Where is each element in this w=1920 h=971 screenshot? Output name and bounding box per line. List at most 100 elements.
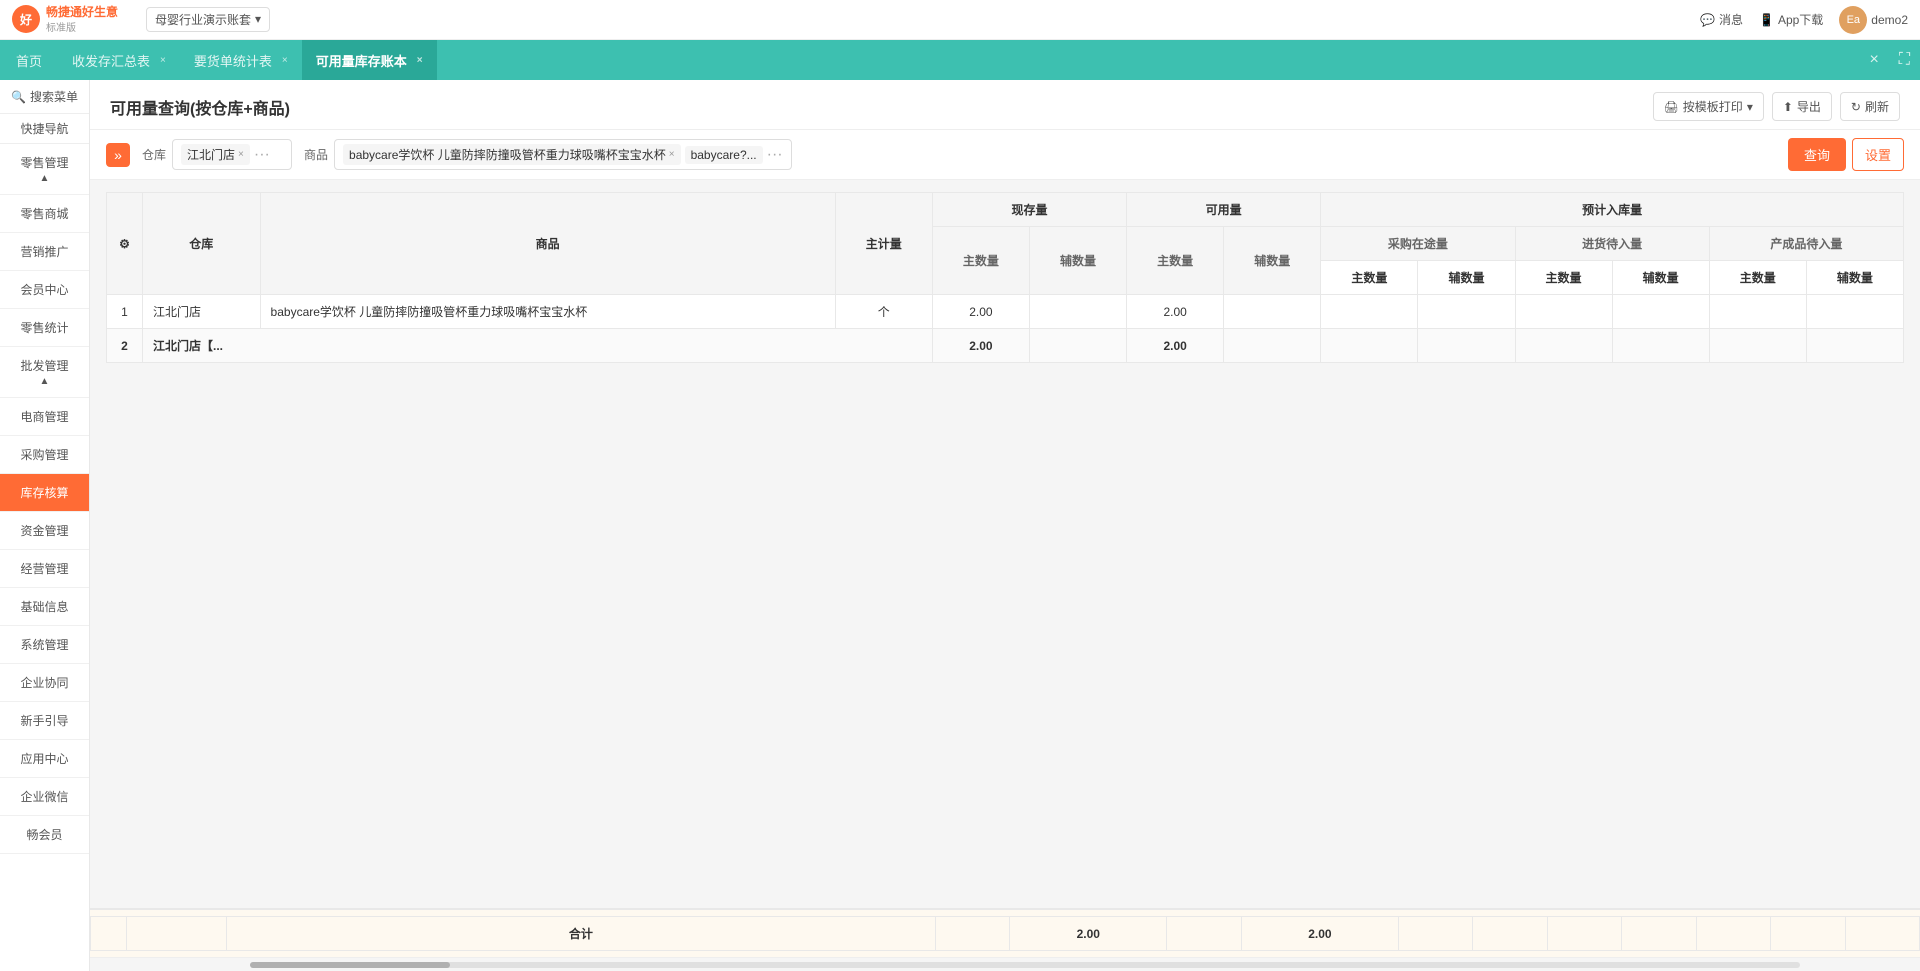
tab-shoufa[interactable]: 收发存汇总表 ×	[58, 40, 180, 80]
sidebar-item-retail-mgmt[interactable]: 零售管理 ▲	[0, 144, 89, 195]
sidebar-item-wholesale[interactable]: 批发管理 ▲	[0, 347, 89, 398]
th-gear: ⚙	[107, 193, 143, 295]
tab-home[interactable]: 首页	[0, 40, 58, 80]
footer-pt-main	[1473, 917, 1547, 951]
sidebar-item-operation[interactable]: 经营管理	[0, 550, 89, 588]
avail-main-cell: 2.00	[1127, 295, 1224, 329]
sidebar-item-retail-stats[interactable]: 零售统计	[0, 309, 89, 347]
tab-keyongliang-label: 可用量库存账本	[316, 51, 407, 70]
product-input[interactable]: babycare学饮杯 儿童防摔防撞吸管杯重力球吸嘴杯宝宝水杯 × babyca…	[334, 139, 792, 170]
pt-aux-cell	[1418, 295, 1515, 329]
sidebar-item-label: 零售管理	[20, 154, 68, 171]
filter-bar: » 仓库 江北门店 × ··· 商品 babycare学饮杯 儿童防摔防撞吸管杯…	[90, 130, 1920, 180]
tenant-dropdown-icon: ▾	[255, 12, 261, 26]
group-avail-aux	[1224, 329, 1321, 363]
scroll-track[interactable]	[250, 962, 1800, 968]
refresh-button[interactable]: ↻ 刷新	[1840, 92, 1900, 121]
warehouse-tag-remove[interactable]: ×	[238, 149, 244, 160]
sidebar-item-purchase[interactable]: 采购管理	[0, 436, 89, 474]
product-cell: babycare学饮杯 儿童防摔防撞吸管杯重力球吸嘴杯宝宝水杯	[260, 295, 835, 329]
sidebar-item-label: 基础信息	[20, 598, 68, 615]
user-menu[interactable]: Ea demo2	[1839, 6, 1908, 34]
page-title: 可用量查询(按仓库+商品)	[110, 95, 290, 119]
close-all-tabs[interactable]: ×	[1859, 51, 1888, 69]
th-product: 商品	[260, 193, 835, 295]
sidebar-quicknav[interactable]: 快捷导航	[0, 114, 89, 144]
sidebar-item-newbie[interactable]: 新手引导	[0, 702, 89, 740]
tab-keyongliang[interactable]: 可用量库存账本 ×	[302, 40, 437, 80]
warehouse-label: 仓库	[142, 146, 166, 163]
top-bar-left: 好 畅捷通好生意 标准版 母婴行业演示账套 ▾	[12, 5, 270, 34]
top-bar: 好 畅捷通好生意 标准版 母婴行业演示账套 ▾ 💬 消息 📱 App下载 Ea …	[0, 0, 1920, 40]
download-button[interactable]: 📱 App下载	[1759, 11, 1823, 28]
query-button[interactable]: 查询	[1788, 138, 1846, 171]
th-planned-in: 预计入库量	[1321, 193, 1904, 227]
sidebar-item-retail-mall[interactable]: 零售商城	[0, 195, 89, 233]
sidebar-item-system[interactable]: 系统管理	[0, 626, 89, 664]
tab-yaohuo[interactable]: 要货单统计表 ×	[180, 40, 302, 80]
sidebar-item-finance[interactable]: 资金管理	[0, 512, 89, 550]
sidebar-nav-label: 快捷导航	[20, 122, 68, 136]
sidebar-item-basic-info[interactable]: 基础信息	[0, 588, 89, 626]
print-label: 按模板打印	[1683, 98, 1743, 115]
th-avail-main: 主数量	[1127, 227, 1224, 295]
sidebar-item-ecommerce[interactable]: 电商管理	[0, 398, 89, 436]
logo-icon: 好	[12, 5, 40, 33]
th-goods-pending: 进货待入量	[1515, 227, 1709, 261]
group-fp-aux	[1806, 329, 1903, 363]
tab-home-label: 首页	[16, 51, 42, 70]
table-row: 1 江北门店 babycare学饮杯 儿童防摔防撞吸管杯重力球吸嘴杯宝宝水杯 个…	[107, 295, 1904, 329]
tab-shoufa-close[interactable]: ×	[160, 55, 166, 66]
warehouse-cell: 江北门店	[143, 295, 261, 329]
product-tag-1-remove[interactable]: ×	[669, 149, 675, 160]
th-warehouse: 仓库	[143, 193, 261, 295]
footer-avail-aux	[1399, 917, 1473, 951]
sidebar-search[interactable]: 🔍 搜索菜单	[0, 80, 89, 114]
sidebar-item-label: 企业微信	[20, 788, 68, 805]
export-label: 导出	[1797, 98, 1821, 115]
footer-gp-main	[1622, 917, 1696, 951]
gp-aux-cell	[1612, 295, 1709, 329]
th-pt-aux: 辅数量	[1418, 261, 1515, 295]
product-more-icon[interactable]: ···	[767, 146, 783, 164]
tab-keyongliang-close[interactable]: ×	[417, 55, 423, 66]
filter-toggle[interactable]: »	[106, 143, 130, 167]
table-wrapper: ⚙ 仓库 商品 主计量 现存量 可用量 预计入库量 主数量 辅数量 主数量 辅数…	[90, 180, 1920, 908]
th-pt-main: 主数量	[1321, 261, 1418, 295]
message-icon: 💬	[1700, 13, 1715, 27]
avatar-initials: Ea	[1847, 14, 1860, 26]
sidebar-item-label: 会员中心	[20, 281, 68, 298]
footer-fp-main	[1771, 917, 1845, 951]
export-button[interactable]: ⬆ 导出	[1772, 92, 1832, 121]
sidebar-item-label: 库存核算	[20, 484, 68, 501]
sidebar-item-wechat[interactable]: 企业微信	[0, 778, 89, 816]
th-finished-pending: 产成品待入量	[1709, 227, 1903, 261]
expand-icon[interactable]: ⛶	[1889, 51, 1920, 69]
avatar: Ea	[1839, 6, 1867, 34]
sidebar-item-marketing[interactable]: 营销推广	[0, 233, 89, 271]
footer-stock-aux	[1167, 917, 1241, 951]
scroll-thumb[interactable]	[250, 962, 450, 968]
setting-button[interactable]: 设置	[1852, 138, 1904, 171]
footer-empty1	[91, 917, 127, 951]
message-button[interactable]: 💬 消息	[1700, 11, 1743, 28]
sidebar-item-label: 零售统计	[20, 319, 68, 336]
tab-yaohuo-close[interactable]: ×	[282, 55, 288, 66]
group-gp-main	[1515, 329, 1612, 363]
sidebar-item-app-center[interactable]: 应用中心	[0, 740, 89, 778]
search-icon: 🔍	[11, 90, 26, 104]
seq-cell: 1	[107, 295, 143, 329]
sidebar-item-member2[interactable]: 畅会员	[0, 816, 89, 854]
th-avail: 可用量	[1127, 193, 1321, 227]
filter-actions: 查询 设置	[1788, 138, 1904, 171]
user-label: demo2	[1871, 13, 1908, 27]
sidebar-item-label: 企业协同	[20, 674, 68, 691]
tenant-selector[interactable]: 母婴行业演示账套 ▾	[146, 7, 270, 32]
sidebar-item-enterprise[interactable]: 企业协同	[0, 664, 89, 702]
sidebar-item-inventory[interactable]: 库存核算	[0, 474, 89, 512]
sidebar-item-member[interactable]: 会员中心	[0, 271, 89, 309]
warehouse-input[interactable]: 江北门店 × ···	[172, 139, 292, 170]
product-tag-2: babycare?...	[685, 146, 763, 164]
warehouse-more-icon[interactable]: ···	[254, 146, 270, 164]
print-button[interactable]: 🖨 按模板打印 ▾	[1653, 92, 1764, 121]
